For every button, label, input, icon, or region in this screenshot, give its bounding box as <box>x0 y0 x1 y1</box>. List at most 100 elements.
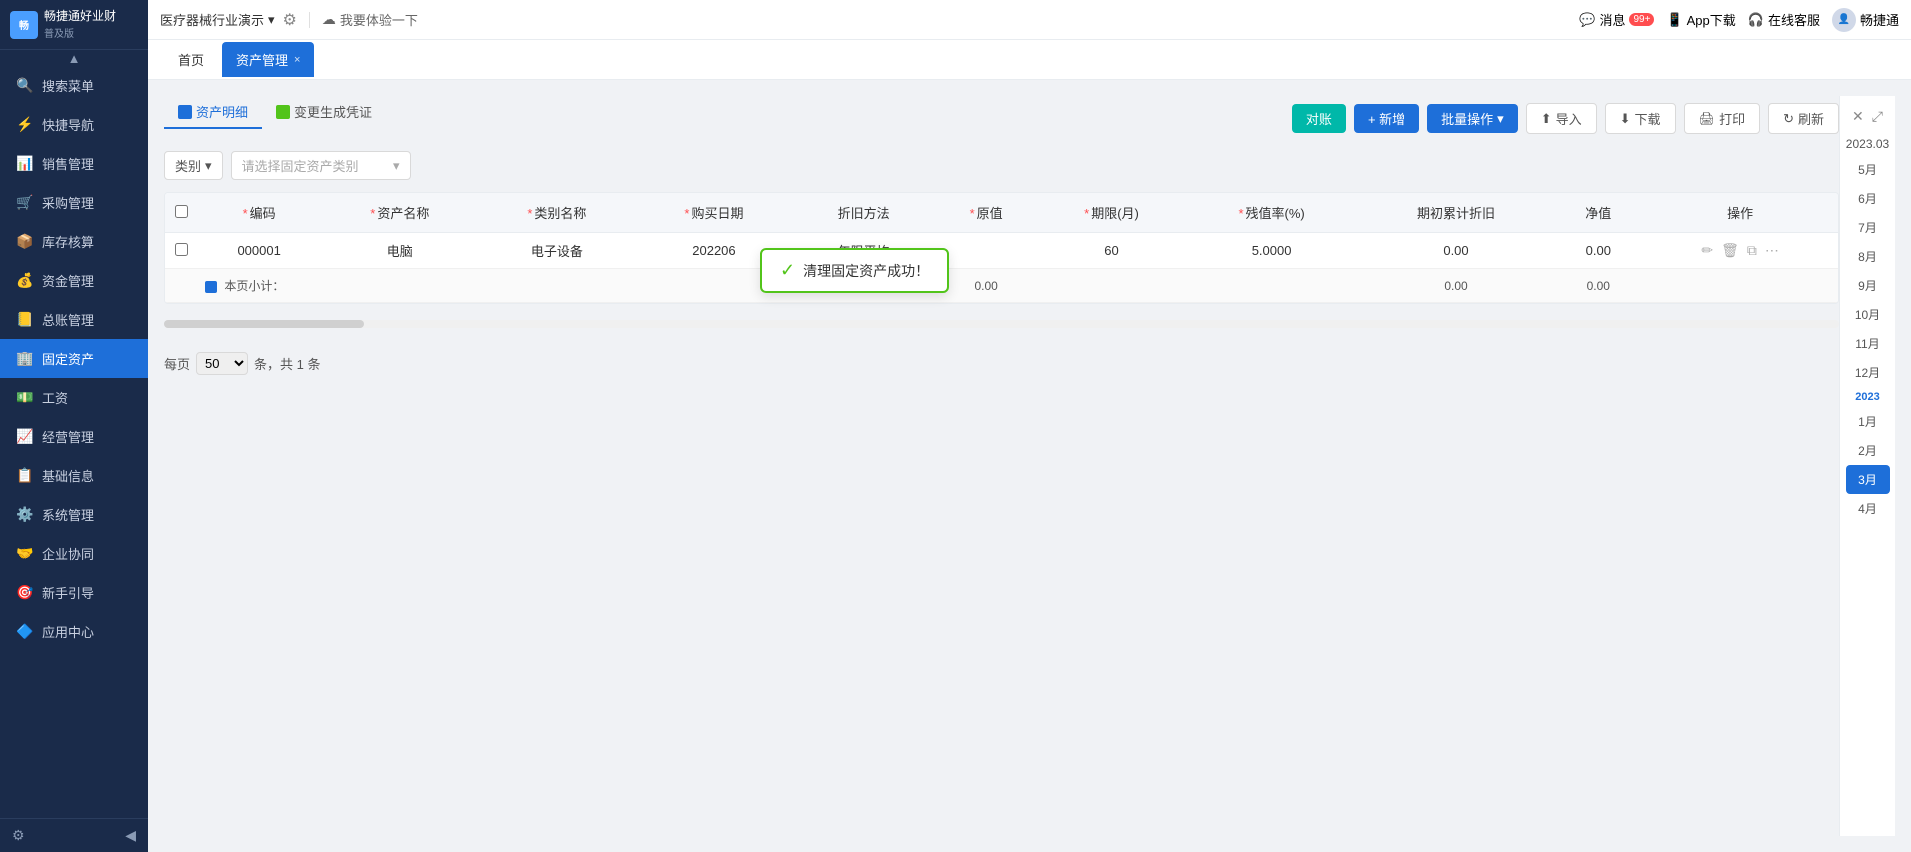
month-item-5月[interactable]: 5月 <box>1846 155 1890 184</box>
month-list: 5月6月7月8月9月10月11月12月20231月2月3月4月 <box>1846 155 1890 523</box>
category-input[interactable]: 请选择固定资产类别 ▾ <box>231 151 411 180</box>
app-download-icon: 📱 <box>1666 12 1682 28</box>
per-page-select[interactable]: 50 100 <box>196 352 248 375</box>
month-item-6月[interactable]: 6月 <box>1846 184 1890 213</box>
month-item-8月[interactable]: 8月 <box>1846 242 1890 271</box>
message-button[interactable]: 💬 消息 99+ <box>1579 10 1654 29</box>
month-item-12月[interactable]: 12月 <box>1846 358 1890 387</box>
main-area: 资产明细 变更生成凭证 对账 + 新增 批量操作 ▾ <box>164 96 1839 836</box>
month-item-2月[interactable]: 2月 <box>1846 436 1890 465</box>
edit-icon[interactable]: ✏ <box>1701 242 1713 259</box>
sidebar-item-purchase[interactable]: 🛒 采购管理 <box>0 183 148 222</box>
basic-info-icon: 📋 <box>16 467 34 485</box>
user-menu[interactable]: 👤 畅捷通 <box>1832 8 1899 32</box>
row-checkbox[interactable] <box>175 243 188 256</box>
col-name: *资产名称 <box>321 193 478 233</box>
month-item-9月[interactable]: 9月 <box>1846 271 1890 300</box>
tabs-bar: 首页 资产管理 × <box>148 40 1911 80</box>
export-button[interactable]: ⬆ 导入 <box>1526 103 1597 134</box>
tab-home[interactable]: 首页 <box>164 42 218 77</box>
app-download-button[interactable]: 📱 App下载 <box>1666 10 1735 29</box>
sidebar-item-finance[interactable]: 💰 资金管理 <box>0 261 148 300</box>
sidebar-item-inventory[interactable]: 📦 库存核算 <box>0 222 148 261</box>
collapse-icon[interactable]: ◀ <box>125 827 136 844</box>
tab-close-icon[interactable]: × <box>294 54 300 66</box>
quick-nav-icon: ⚡ <box>16 116 34 134</box>
sidebar-item-guide[interactable]: 🎯 新手引导 <box>0 573 148 612</box>
message-label: 消息 <box>1599 10 1625 29</box>
online-service-button[interactable]: 🎧 在线客服 <box>1748 10 1820 29</box>
more-icon[interactable]: ⋯ <box>1765 242 1779 259</box>
sidebar-item-fixed-assets[interactable]: 🏢 固定资产 <box>0 339 148 378</box>
delete-icon[interactable]: 🗑 <box>1721 242 1739 259</box>
category-label: 类别 <box>175 156 201 175</box>
sidebar-item-quick-nav[interactable]: ⚡ 快捷导航 <box>0 105 148 144</box>
subtotal-row: 本页小计： 0.00 0.00 0.00 <box>165 269 1838 303</box>
sidebar-item-enterprise[interactable]: 🤝 企业协同 <box>0 534 148 573</box>
print-button[interactable]: 🖨 打印 <box>1684 103 1761 134</box>
month-item-3月[interactable]: 3月 <box>1846 465 1890 494</box>
reconcile-button[interactable]: 对账 <box>1292 104 1346 133</box>
cell-net-value: 0.00 <box>1554 233 1642 269</box>
fixed-assets-icon: 🏢 <box>16 350 34 368</box>
month-item-4月[interactable]: 4月 <box>1846 494 1890 523</box>
select-all-checkbox[interactable] <box>175 205 188 218</box>
sidebar-item-ledger[interactable]: 📒 总账管理 <box>0 300 148 339</box>
sidebar-nav: 🔍 搜索菜单 ⚡ 快捷导航 📊 销售管理 🛒 采购管理 📦 库存核算 💰 资金管… <box>0 66 148 818</box>
month-item-1月[interactable]: 1月 <box>1846 407 1890 436</box>
company-dropdown-icon[interactable]: ▾ <box>268 12 275 28</box>
sidebar-item-search[interactable]: 🔍 搜索菜单 <box>0 66 148 105</box>
col-category: *类别名称 <box>478 193 635 233</box>
cell-name: 电脑 <box>321 233 478 269</box>
guide-icon: 🎯 <box>16 584 34 602</box>
category-filter[interactable]: 类别 ▾ <box>164 151 223 180</box>
scroll-bar-area[interactable] <box>164 312 1839 336</box>
tab-asset-management[interactable]: 资产管理 × <box>222 42 314 77</box>
col-term: *期限(月) <box>1038 193 1186 233</box>
tab-label: 资产管理 <box>236 50 288 69</box>
copy-icon[interactable]: ⧉ <box>1747 242 1757 259</box>
experience-link[interactable]: ☁ 我要体验一下 <box>322 10 418 29</box>
month-item-7月[interactable]: 7月 <box>1846 213 1890 242</box>
finance-icon: 💰 <box>16 272 34 290</box>
sidebar-header: 畅 畅捷通好业财 普及版 <box>0 0 148 50</box>
subtotal-icon <box>205 281 217 293</box>
sidebar-item-label-basic-info: 基础信息 <box>42 466 94 485</box>
bulk-dropdown-icon: ▾ <box>1497 111 1504 127</box>
new-button[interactable]: + 新增 <box>1354 104 1419 133</box>
inventory-icon: 📦 <box>16 233 34 251</box>
col-net-value: 净值 <box>1554 193 1642 233</box>
cell-term: 60 <box>1038 233 1186 269</box>
sidebar-scroll-up[interactable]: ▲ <box>0 50 148 66</box>
sidebar-item-basic-info[interactable]: 📋 基础信息 <box>0 456 148 495</box>
refresh-button[interactable]: ↻ 刷新 <box>1768 103 1839 134</box>
cell-actions: ✏ 🗑 ⧉ ⋯ <box>1642 233 1838 269</box>
company-selector[interactable]: 医疗器械行业演示 ▾ <box>160 10 275 29</box>
sub-tab-change-voucher[interactable]: 变更生成凭证 <box>262 96 386 129</box>
purchase-icon: 🛒 <box>16 194 34 212</box>
sidebar-item-app-center[interactable]: 🔷 应用中心 <box>0 612 148 651</box>
bulk-operation-button[interactable]: 批量操作 ▾ <box>1427 104 1518 133</box>
sidebar-item-system[interactable]: ⚙️ 系统管理 <box>0 495 148 534</box>
app-download-label: App下载 <box>1687 10 1736 29</box>
avatar: 👤 <box>1832 8 1856 32</box>
download-button[interactable]: ⬇ 下载 <box>1605 103 1676 134</box>
bulk-label: 批量操作 <box>1441 109 1493 128</box>
sidebar-item-sales[interactable]: 📊 销售管理 <box>0 144 148 183</box>
sidebar-item-label-search: 搜索菜单 <box>42 76 94 95</box>
filter-row: 类别 ▾ 请选择固定资产类别 ▾ <box>164 151 1839 180</box>
refresh-icon: ↻ <box>1783 111 1794 127</box>
settings-icon[interactable]: ⚙ <box>12 827 25 844</box>
success-toast: ✓ 清理固定资产成功！ <box>760 248 949 293</box>
settings-gear-icon[interactable]: ⚙ <box>283 10 297 30</box>
sales-icon: 📊 <box>16 155 34 173</box>
sub-tab-asset-detail[interactable]: 资产明细 <box>164 96 262 129</box>
panel-expand-icon[interactable]: ⤢ <box>1872 108 1883 125</box>
panel-close-icon[interactable]: ✕ <box>1852 108 1864 125</box>
month-item-11月[interactable]: 11月 <box>1846 329 1890 358</box>
sidebar-item-payroll[interactable]: 💵 工资 <box>0 378 148 417</box>
month-item-10月[interactable]: 10月 <box>1846 300 1890 329</box>
sidebar-item-operations[interactable]: 📈 经营管理 <box>0 417 148 456</box>
sidebar-item-label-app-center: 应用中心 <box>42 622 94 641</box>
topbar: 医疗器械行业演示 ▾ ⚙ ☁ 我要体验一下 💬 消息 99+ 📱 App下载 🎧… <box>148 0 1911 40</box>
